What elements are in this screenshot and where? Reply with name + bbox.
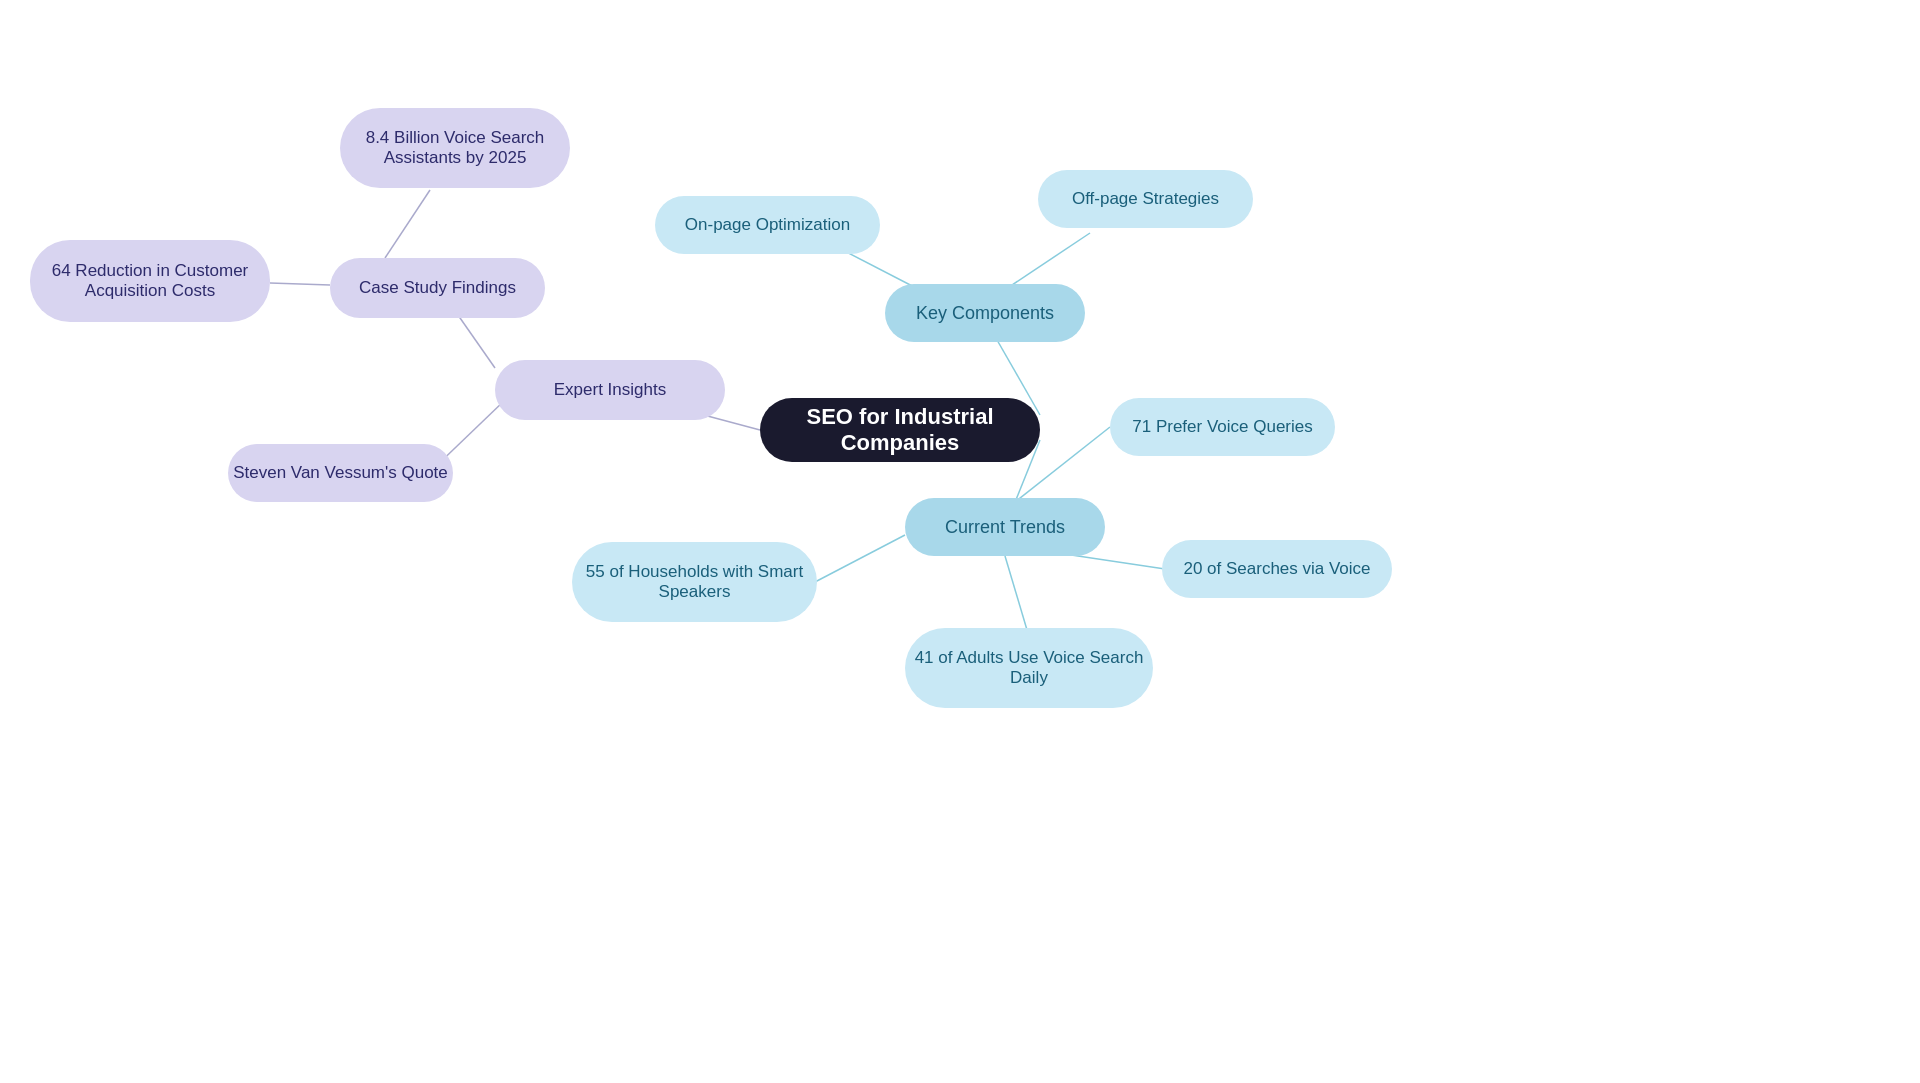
prefer-voice-queries-node[interactable]: 71 Prefer Voice Queries bbox=[1110, 398, 1335, 456]
expert-insights-node[interactable]: Expert Insights bbox=[495, 360, 725, 420]
center-node[interactable]: SEO for Industrial Companies bbox=[760, 398, 1040, 462]
key-components-node[interactable]: Key Components bbox=[885, 284, 1085, 342]
svg-line-10 bbox=[815, 535, 905, 582]
searches-voice-label: 20 of Searches via Voice bbox=[1183, 559, 1370, 579]
reduction-costs-label: 64 Reduction in Customer Acquisition Cos… bbox=[30, 261, 270, 301]
expert-insights-label: Expert Insights bbox=[554, 380, 666, 400]
households-smart-node[interactable]: 55 of Households with Smart Speakers bbox=[572, 542, 817, 622]
off-page-strategies-label: Off-page Strategies bbox=[1072, 189, 1219, 209]
off-page-strategies-node[interactable]: Off-page Strategies bbox=[1038, 170, 1253, 228]
adults-voice-label: 41 of Adults Use Voice Search Daily bbox=[905, 648, 1153, 688]
case-study-findings-node[interactable]: Case Study Findings bbox=[330, 258, 545, 318]
case-study-findings-label: Case Study Findings bbox=[359, 278, 516, 298]
on-page-optimization-label: On-page Optimization bbox=[685, 215, 850, 235]
steven-quote-label: Steven Van Vessum's Quote bbox=[233, 463, 448, 483]
center-label: SEO for Industrial Companies bbox=[760, 404, 1040, 456]
key-components-label: Key Components bbox=[916, 303, 1054, 324]
billion-voice-label: 8.4 Billion Voice Search Assistants by 2… bbox=[340, 128, 570, 168]
current-trends-node[interactable]: Current Trends bbox=[905, 498, 1105, 556]
svg-line-6 bbox=[385, 190, 430, 258]
current-trends-label: Current Trends bbox=[945, 517, 1065, 538]
searches-voice-node[interactable]: 20 of Searches via Voice bbox=[1162, 540, 1392, 598]
reduction-costs-node[interactable]: 64 Reduction in Customer Acquisition Cos… bbox=[30, 240, 270, 322]
adults-voice-node[interactable]: 41 of Adults Use Voice Search Daily bbox=[905, 628, 1153, 708]
households-smart-label: 55 of Households with Smart Speakers bbox=[572, 562, 817, 602]
prefer-voice-queries-label: 71 Prefer Voice Queries bbox=[1132, 417, 1312, 437]
steven-quote-node[interactable]: Steven Van Vessum's Quote bbox=[228, 444, 453, 502]
on-page-optimization-node[interactable]: On-page Optimization bbox=[655, 196, 880, 254]
svg-line-5 bbox=[270, 283, 330, 285]
billion-voice-node[interactable]: 8.4 Billion Voice Search Assistants by 2… bbox=[340, 108, 570, 188]
